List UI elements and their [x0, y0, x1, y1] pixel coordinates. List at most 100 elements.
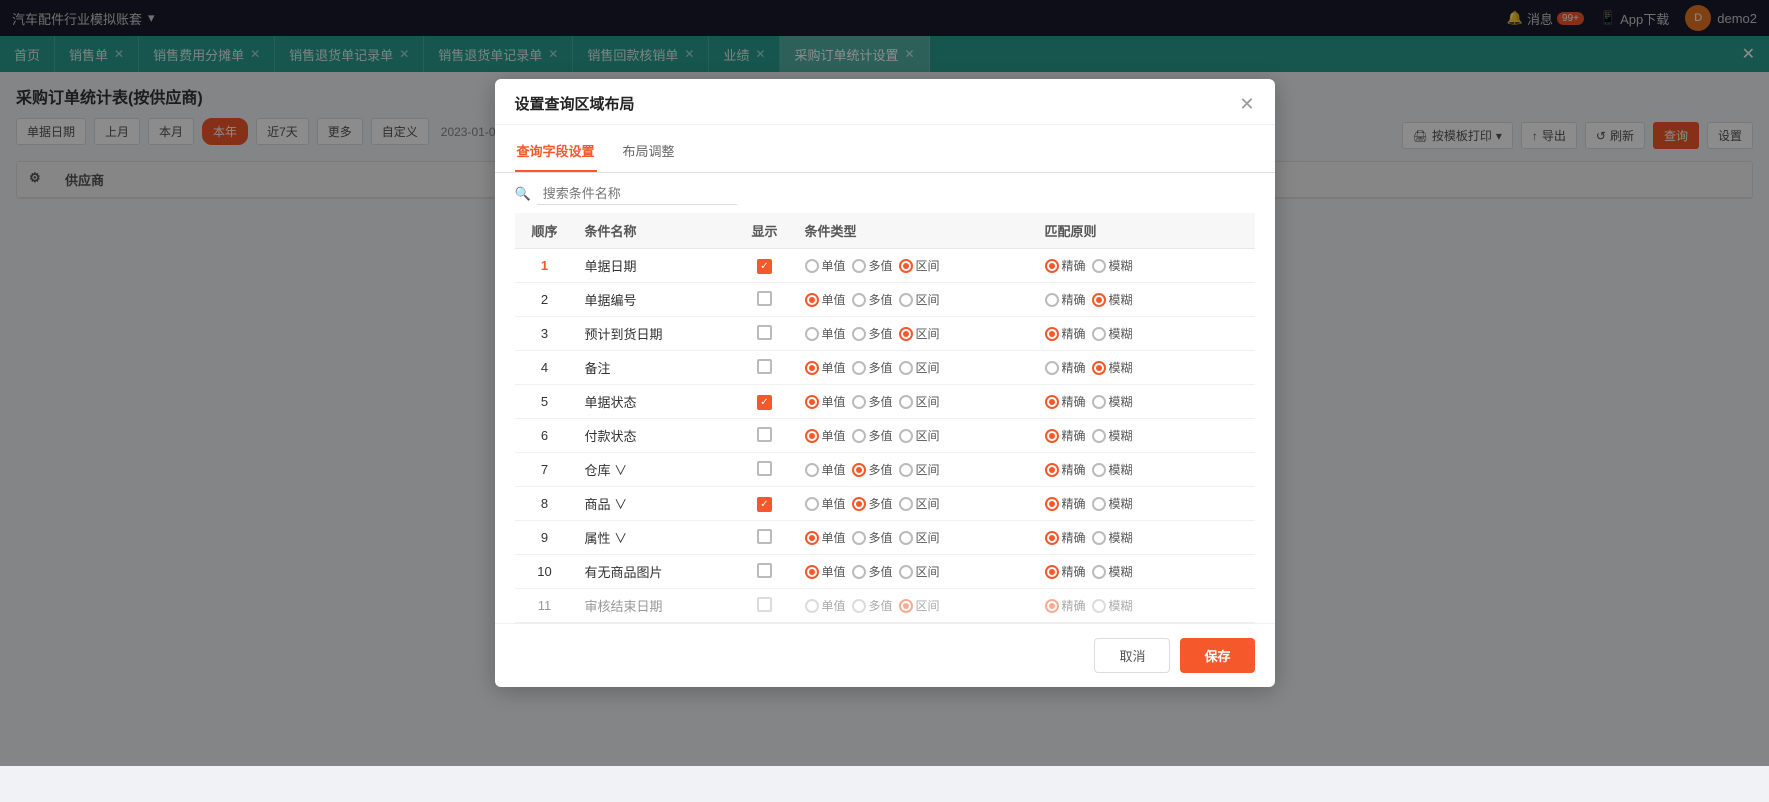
- radio-type-单值[interactable]: 单值: [805, 461, 846, 478]
- radio-match-精确[interactable]: 精确: [1045, 597, 1086, 614]
- row-display-checkbox[interactable]: [735, 419, 795, 453]
- checkbox[interactable]: [757, 597, 772, 612]
- radio-match-精确[interactable]: 精确: [1045, 257, 1086, 274]
- radio-label: 单值: [822, 359, 846, 376]
- save-button[interactable]: 保存: [1180, 638, 1254, 673]
- radio-type-多值[interactable]: 多值: [852, 495, 893, 512]
- radio-type-单值[interactable]: 单值: [805, 529, 846, 546]
- checkbox[interactable]: [757, 359, 772, 374]
- row-display-checkbox[interactable]: ✓: [735, 385, 795, 419]
- tab-query-field-settings[interactable]: 查询字段设置: [515, 135, 597, 172]
- radio-match-模糊[interactable]: 模糊: [1092, 427, 1133, 444]
- checkbox[interactable]: [757, 563, 772, 578]
- row-display-checkbox[interactable]: [735, 283, 795, 317]
- radio-type-单值[interactable]: 单值: [805, 325, 846, 342]
- radio-match-模糊[interactable]: 模糊: [1092, 461, 1133, 478]
- radio-type-区间[interactable]: 区间: [899, 461, 940, 478]
- row-match-radio: 精确模糊: [1035, 249, 1255, 283]
- radio-match-模糊[interactable]: 模糊: [1092, 291, 1133, 308]
- radio-label: 单值: [822, 325, 846, 342]
- radio-type-单值[interactable]: 单值: [805, 393, 846, 410]
- radio-match-模糊[interactable]: 模糊: [1092, 597, 1133, 614]
- radio-type-区间[interactable]: 区间: [899, 495, 940, 512]
- radio-type-单值[interactable]: 单值: [805, 495, 846, 512]
- search-input[interactable]: [537, 183, 737, 205]
- radio-type-区间[interactable]: 区间: [899, 291, 940, 308]
- radio-type-区间[interactable]: 区间: [899, 393, 940, 410]
- radio-match-模糊[interactable]: 模糊: [1092, 393, 1133, 410]
- radio-type-区间[interactable]: 区间: [899, 427, 940, 444]
- row-order: 7: [515, 453, 575, 487]
- row-condition-name: 单据编号: [575, 283, 735, 317]
- radio-label: 单值: [822, 461, 846, 478]
- radio-type-多值[interactable]: 多值: [852, 325, 893, 342]
- radio-type-多值[interactable]: 多值: [852, 597, 893, 614]
- radio-match-模糊[interactable]: 模糊: [1092, 257, 1133, 274]
- row-display-checkbox[interactable]: [735, 317, 795, 351]
- radio-type-多值[interactable]: 多值: [852, 529, 893, 546]
- checkbox[interactable]: ✓: [757, 497, 772, 512]
- radio-match-精确[interactable]: 精确: [1045, 291, 1086, 308]
- checkbox[interactable]: ✓: [757, 395, 772, 410]
- radio-type-单值[interactable]: 单值: [805, 257, 846, 274]
- radio-match-模糊[interactable]: 模糊: [1092, 529, 1133, 546]
- radio-type-单值[interactable]: 单值: [805, 597, 846, 614]
- radio-type-区间[interactable]: 区间: [899, 325, 940, 342]
- row-order: 4: [515, 351, 575, 385]
- tab-layout-adjust[interactable]: 布局调整: [621, 135, 677, 172]
- radio-match-精确[interactable]: 精确: [1045, 427, 1086, 444]
- radio-match-模糊[interactable]: 模糊: [1092, 563, 1133, 580]
- radio-type-区间[interactable]: 区间: [899, 563, 940, 580]
- radio-match-精确[interactable]: 精确: [1045, 359, 1086, 376]
- row-display-checkbox[interactable]: [735, 521, 795, 555]
- radio-label: 单值: [822, 427, 846, 444]
- row-order: 1: [515, 249, 575, 283]
- radio-type-多值[interactable]: 多值: [852, 291, 893, 308]
- checkbox[interactable]: [757, 427, 772, 442]
- radio-circle: [805, 293, 819, 307]
- checkbox[interactable]: [757, 461, 772, 476]
- radio-type-多值[interactable]: 多值: [852, 427, 893, 444]
- radio-label: 区间: [916, 393, 940, 410]
- cancel-button[interactable]: 取消: [1094, 638, 1170, 673]
- radio-match-精确[interactable]: 精确: [1045, 325, 1086, 342]
- radio-match-精确[interactable]: 精确: [1045, 495, 1086, 512]
- radio-type-区间[interactable]: 区间: [899, 359, 940, 376]
- row-display-checkbox[interactable]: [735, 589, 795, 623]
- radio-type-单值[interactable]: 单值: [805, 359, 846, 376]
- radio-match-精确[interactable]: 精确: [1045, 529, 1086, 546]
- radio-type-区间[interactable]: 区间: [899, 597, 940, 614]
- checkbox[interactable]: [757, 529, 772, 544]
- radio-type-多值[interactable]: 多值: [852, 359, 893, 376]
- radio-match-模糊[interactable]: 模糊: [1092, 359, 1133, 376]
- th-order: 顺序: [515, 213, 575, 249]
- row-display-checkbox[interactable]: [735, 351, 795, 385]
- radio-match-精确[interactable]: 精确: [1045, 563, 1086, 580]
- radio-match-精确[interactable]: 精确: [1045, 461, 1086, 478]
- radio-type-多值[interactable]: 多值: [852, 393, 893, 410]
- radio-match-模糊[interactable]: 模糊: [1092, 325, 1133, 342]
- radio-type-单值[interactable]: 单值: [805, 291, 846, 308]
- radio-match-模糊[interactable]: 模糊: [1092, 495, 1133, 512]
- radio-circle: [852, 497, 866, 511]
- radio-type-多值[interactable]: 多值: [852, 461, 893, 478]
- radio-type-区间[interactable]: 区间: [899, 257, 940, 274]
- row-type-radio: 单值多值区间: [795, 283, 1035, 317]
- checkbox[interactable]: [757, 291, 772, 306]
- radio-type-区间[interactable]: 区间: [899, 529, 940, 546]
- radio-type-单值[interactable]: 单值: [805, 563, 846, 580]
- row-display-checkbox[interactable]: ✓: [735, 487, 795, 521]
- radio-type-多值[interactable]: 多值: [852, 257, 893, 274]
- row-display-checkbox[interactable]: ✓: [735, 249, 795, 283]
- radio-label: 精确: [1062, 393, 1086, 410]
- checkbox[interactable]: [757, 325, 772, 340]
- radio-match-精确[interactable]: 精确: [1045, 393, 1086, 410]
- radio-type-单值[interactable]: 单值: [805, 427, 846, 444]
- row-display-checkbox[interactable]: [735, 453, 795, 487]
- radio-circle: [1045, 361, 1059, 375]
- row-match-radio: 精确模糊: [1035, 555, 1255, 589]
- modal-close-btn[interactable]: ✕: [1239, 95, 1254, 113]
- checkbox[interactable]: ✓: [757, 259, 772, 274]
- radio-type-多值[interactable]: 多值: [852, 563, 893, 580]
- row-display-checkbox[interactable]: [735, 555, 795, 589]
